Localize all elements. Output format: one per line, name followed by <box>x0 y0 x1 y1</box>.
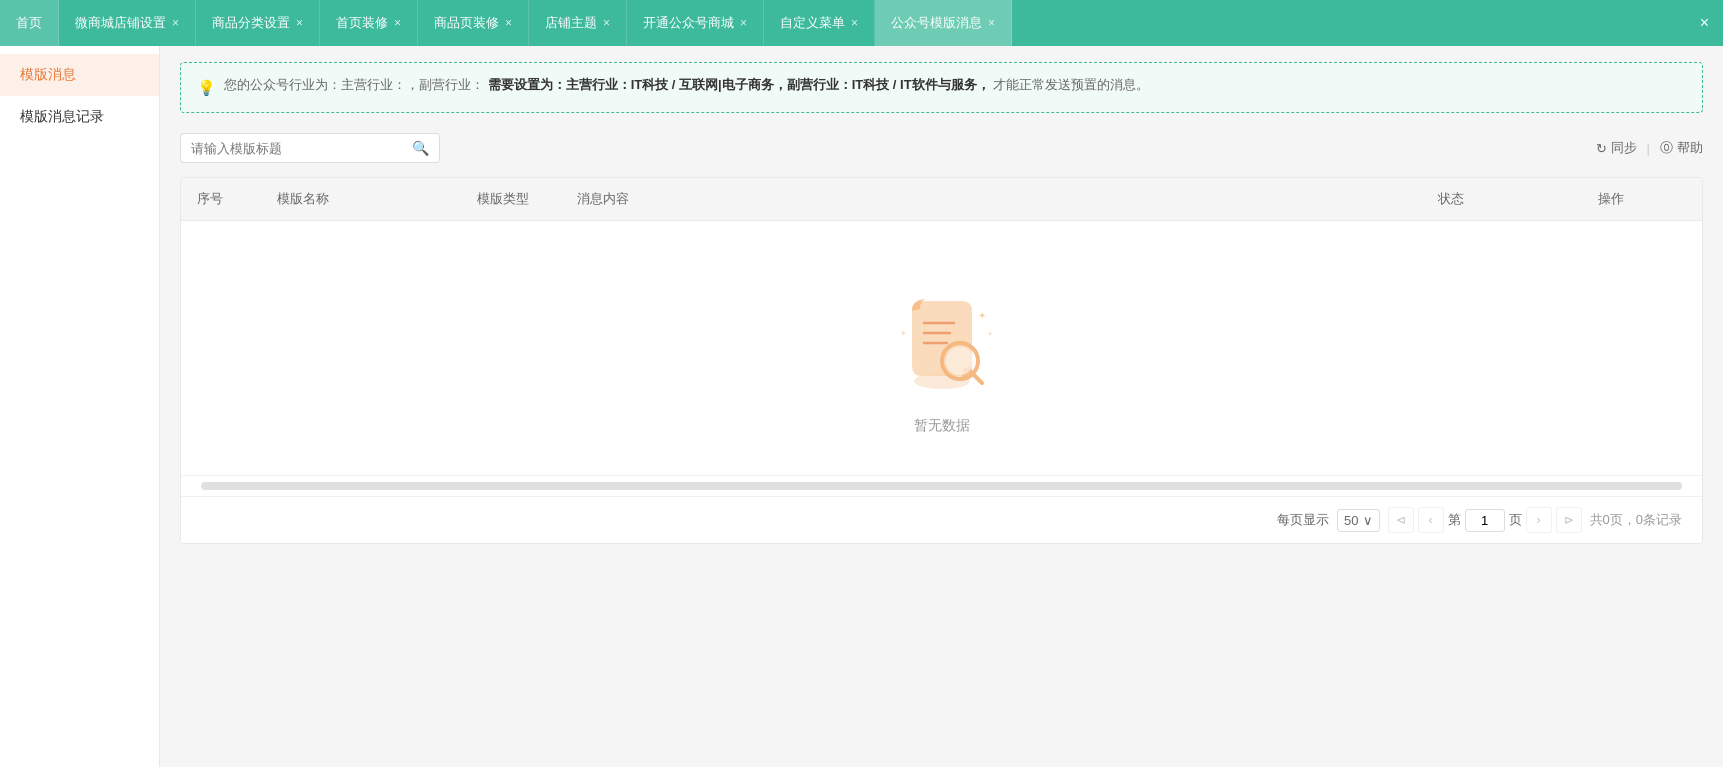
close-tab-icon[interactable]: × <box>296 16 303 30</box>
close-tab-icon[interactable]: × <box>851 16 858 30</box>
table-header: 序号 模版名称 模版类型 消息内容 状态 操作 <box>181 178 1702 221</box>
col-header-status: 状态 <box>1422 178 1582 220</box>
next-page-button[interactable]: › <box>1526 507 1552 533</box>
close-tab-icon[interactable]: × <box>394 16 401 30</box>
nav-tab-template[interactable]: 公众号模版消息 × <box>875 0 1012 46</box>
prev-page-button[interactable]: ‹ <box>1418 507 1444 533</box>
bulb-icon: 💡 <box>197 76 216 100</box>
sync-icon: ↻ <box>1596 141 1607 156</box>
nav-tab-label: 公众号模版消息 <box>891 14 982 32</box>
close-tab-icon[interactable]: × <box>988 16 995 30</box>
help-icon: ⓪ <box>1660 139 1673 157</box>
help-button[interactable]: ⓪ 帮助 <box>1660 139 1703 157</box>
nav-tab-weshop[interactable]: 微商城店铺设置 × <box>59 0 196 46</box>
data-table: 序号 模版名称 模版类型 消息内容 状态 操作 <box>180 177 1703 544</box>
toolbar-divider: | <box>1647 141 1650 156</box>
sync-button[interactable]: ↻ 同步 <box>1596 139 1637 157</box>
close-tab-icon[interactable]: × <box>172 16 179 30</box>
horizontal-scrollbar[interactable] <box>201 482 1682 490</box>
page-label: 第 <box>1448 511 1461 529</box>
search-input-wrap: 🔍 <box>180 133 440 163</box>
col-header-action: 操作 <box>1582 178 1702 220</box>
total-info: 共0页，0条记录 <box>1590 511 1682 529</box>
main-layout: 模版消息 模版消息记录 💡 您的公众号行业为：主营行业：，副营行业： 需要设置为… <box>0 46 1723 767</box>
per-page-value: 50 <box>1344 513 1358 528</box>
close-all-tabs-button[interactable]: × <box>1686 0 1723 46</box>
nav-tab-mall[interactable]: 开通公众号商城 × <box>627 0 764 46</box>
sidebar-item-template-msg[interactable]: 模版消息 <box>0 54 159 96</box>
toolbar-right: ↻ 同步 | ⓪ 帮助 <box>1596 139 1703 157</box>
first-page-button[interactable]: ⊲ <box>1388 507 1414 533</box>
search-icon[interactable]: 🔍 <box>412 140 429 156</box>
empty-text: 暂无数据 <box>914 417 970 435</box>
nav-tab-label: 开通公众号商城 <box>643 14 734 32</box>
nav-tab-category[interactable]: 商品分类设置 × <box>196 0 320 46</box>
sidebar-item-template-record[interactable]: 模版消息记录 <box>0 96 159 138</box>
nav-tab-home[interactable]: 首页 <box>0 0 59 46</box>
close-tab-icon[interactable]: × <box>603 16 610 30</box>
last-page-button[interactable]: ⊳ <box>1556 507 1582 533</box>
svg-text:✦: ✦ <box>987 330 993 337</box>
chevron-down-icon: ∨ <box>1363 513 1373 528</box>
nav-tab-label: 店铺主题 <box>545 14 597 32</box>
nav-tab-label: 商品页装修 <box>434 14 499 32</box>
current-page-input[interactable] <box>1465 509 1505 532</box>
scrollbar-area[interactable] <box>181 475 1702 496</box>
nav-tab-label: 自定义菜单 <box>780 14 845 32</box>
search-bar: 🔍 ↻ 同步 | ⓪ 帮助 <box>180 133 1703 163</box>
nav-tab-homepage[interactable]: 首页装修 × <box>320 0 418 46</box>
col-header-content: 消息内容 <box>561 178 1422 220</box>
empty-illustration: ✦ ✦ ✦ <box>882 281 1002 401</box>
empty-state: ✦ ✦ ✦ 暂无数据 <box>181 221 1702 475</box>
col-header-name: 模版名称 <box>261 178 461 220</box>
info-banner: 💡 您的公众号行业为：主营行业：，副营行业： 需要设置为：主营行业：IT科技 /… <box>180 62 1703 113</box>
nav-tab-label: 商品分类设置 <box>212 14 290 32</box>
pagination: 每页显示 50 ∨ ⊲ ‹ 第 页 › ⊳ 共0页，0条记录 <box>181 496 1702 543</box>
svg-point-6 <box>946 347 974 375</box>
nav-tab-label: 首页装修 <box>336 14 388 32</box>
svg-text:✦: ✦ <box>978 310 986 321</box>
sidebar: 模版消息 模版消息记录 <box>0 46 160 767</box>
col-header-type: 模版类型 <box>461 178 561 220</box>
main-content: 💡 您的公众号行业为：主营行业：，副营行业： 需要设置为：主营行业：IT科技 /… <box>160 46 1723 767</box>
close-tab-icon[interactable]: × <box>505 16 512 30</box>
close-tab-icon[interactable]: × <box>740 16 747 30</box>
per-page-label: 每页显示 <box>1277 511 1329 529</box>
page-navigation: ⊲ ‹ 第 页 › ⊳ <box>1388 507 1582 533</box>
nav-tab-menu[interactable]: 自定义菜单 × <box>764 0 875 46</box>
nav-tab-product[interactable]: 商品页装修 × <box>418 0 529 46</box>
nav-tab-label: 首页 <box>16 14 42 32</box>
page-unit: 页 <box>1509 511 1522 529</box>
svg-text:✦: ✦ <box>900 329 907 338</box>
top-navigation: 首页 微商城店铺设置 × 商品分类设置 × 首页装修 × 商品页装修 × 店铺主… <box>0 0 1723 46</box>
col-header-seq: 序号 <box>181 178 261 220</box>
nav-tab-label: 微商城店铺设置 <box>75 14 166 32</box>
search-input[interactable] <box>191 141 412 156</box>
per-page-select[interactable]: 50 ∨ <box>1337 509 1379 532</box>
nav-tab-theme[interactable]: 店铺主题 × <box>529 0 627 46</box>
